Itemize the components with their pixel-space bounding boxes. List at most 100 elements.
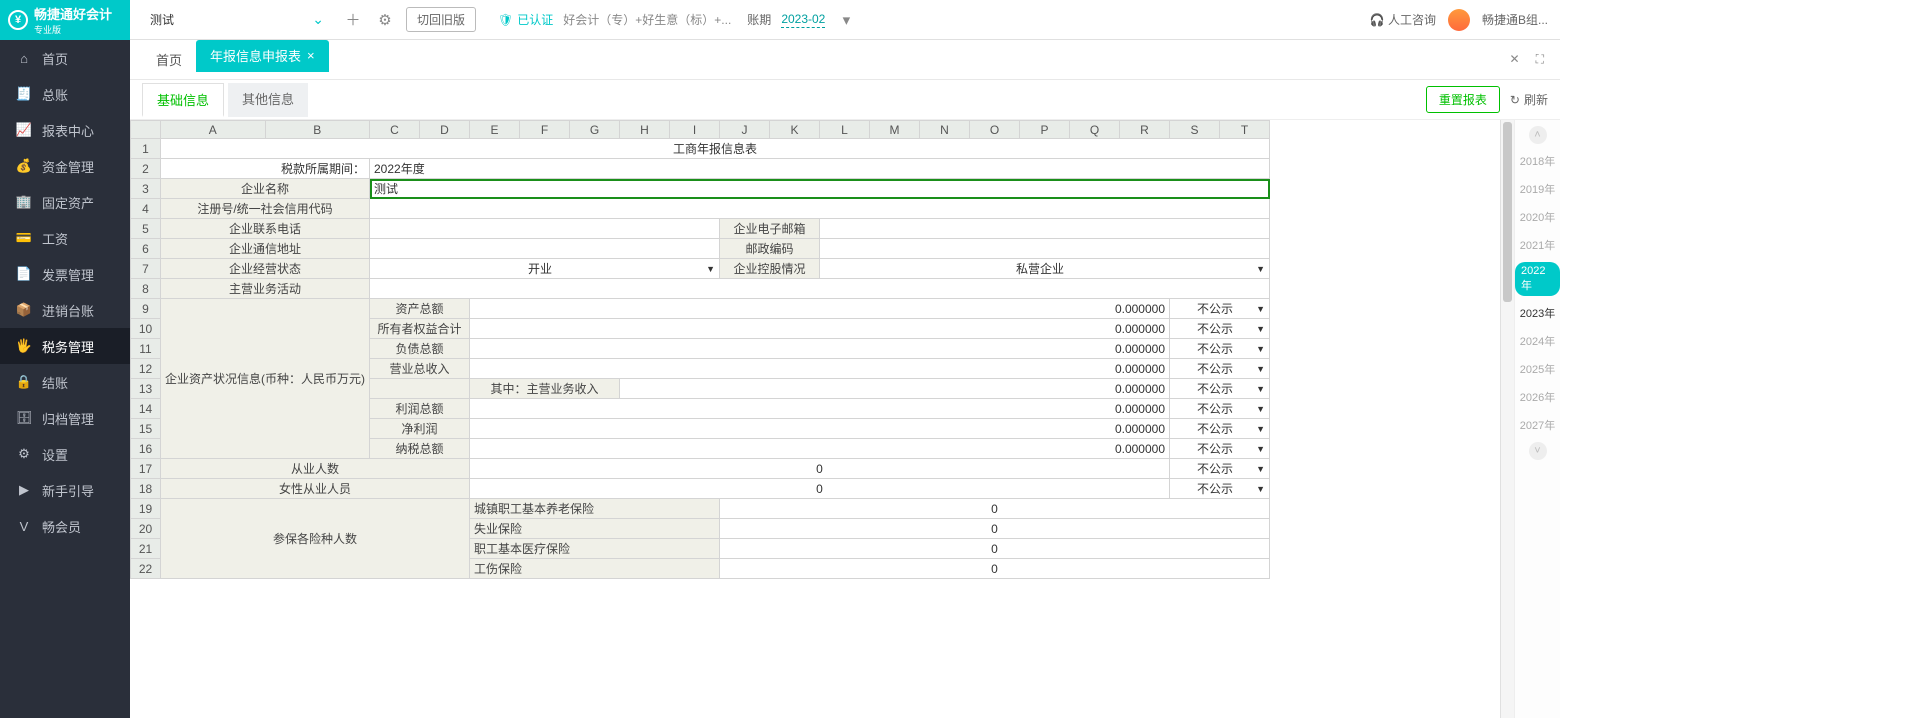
col-header[interactable]: N bbox=[920, 121, 970, 139]
row-header[interactable]: 18 bbox=[131, 479, 161, 499]
cell[interactable] bbox=[370, 239, 720, 259]
col-header[interactable]: O bbox=[970, 121, 1020, 139]
row-header[interactable]: 17 bbox=[131, 459, 161, 479]
year-down-icon[interactable]: ˅ bbox=[1529, 442, 1547, 460]
support-link[interactable]: 🎧 人工咨询 bbox=[1370, 11, 1436, 28]
sidebar-item-畅会员[interactable]: V畅会员 bbox=[0, 508, 130, 544]
col-header[interactable]: A bbox=[161, 121, 266, 139]
cell[interactable]: 0.000000 bbox=[470, 319, 1170, 339]
col-header[interactable]: Q bbox=[1070, 121, 1120, 139]
vertical-scrollbar[interactable] bbox=[1500, 120, 1514, 718]
dropdown-cell[interactable]: 不公示▼ bbox=[1170, 379, 1270, 399]
year-up-icon[interactable]: ˄ bbox=[1529, 126, 1547, 144]
input-reg-no[interactable] bbox=[370, 199, 1270, 219]
cell[interactable]: 0 bbox=[470, 459, 1170, 479]
dropdown-cell[interactable]: 不公示▼ bbox=[1170, 459, 1270, 479]
row-header[interactable]: 20 bbox=[131, 519, 161, 539]
dropdown-cell[interactable]: 不公示▼ bbox=[1170, 339, 1270, 359]
dropdown-cell[interactable]: 不公示▼ bbox=[1170, 479, 1270, 499]
cell[interactable] bbox=[820, 239, 1270, 259]
sidebar-item-结账[interactable]: 🔒结账 bbox=[0, 364, 130, 400]
row-header[interactable]: 16 bbox=[131, 439, 161, 459]
year-2022年[interactable]: 2022年 bbox=[1515, 262, 1560, 296]
col-header[interactable]: E bbox=[470, 121, 520, 139]
sidebar-item-固定资产[interactable]: 🏢固定资产 bbox=[0, 184, 130, 220]
avatar[interactable] bbox=[1448, 9, 1470, 31]
cell[interactable]: 0.000000 bbox=[620, 379, 1170, 399]
row-header[interactable]: 13 bbox=[131, 379, 161, 399]
col-header[interactable]: H bbox=[620, 121, 670, 139]
row-header[interactable]: 14 bbox=[131, 399, 161, 419]
row-header[interactable]: 7 bbox=[131, 259, 161, 279]
cell[interactable] bbox=[370, 219, 720, 239]
subtab-其他信息[interactable]: 其他信息 bbox=[228, 83, 308, 117]
user-name[interactable]: 畅捷通B组... bbox=[1482, 11, 1548, 28]
dropdown-cell[interactable]: 不公示▼ bbox=[1170, 399, 1270, 419]
sidebar-item-设置[interactable]: ⚙设置 bbox=[0, 436, 130, 472]
sidebar-item-报表中心[interactable]: 📈报表中心 bbox=[0, 112, 130, 148]
year-2023年[interactable]: 2023年 bbox=[1520, 302, 1555, 324]
tab-close-icon[interactable]: × bbox=[307, 48, 315, 63]
cell[interactable]: 0.000000 bbox=[470, 399, 1170, 419]
tab-年报信息申报表[interactable]: 年报信息申报表× bbox=[196, 40, 329, 72]
company-select[interactable]: 测试 ⌄ bbox=[142, 8, 332, 32]
cell[interactable]: 0 bbox=[720, 559, 1270, 579]
year-2018年[interactable]: 2018年 bbox=[1520, 150, 1555, 172]
gear-icon[interactable]: ⚙ bbox=[374, 9, 396, 31]
col-header[interactable]: S bbox=[1170, 121, 1220, 139]
year-2026年[interactable]: 2026年 bbox=[1520, 386, 1555, 408]
sidebar-item-税务管理[interactable]: 🖐税务管理 bbox=[0, 328, 130, 364]
tab-首页[interactable]: 首页 bbox=[142, 40, 196, 80]
cell[interactable]: 0 bbox=[720, 499, 1270, 519]
dropdown-cell[interactable]: 不公示▼ bbox=[1170, 319, 1270, 339]
cell[interactable]: 0.000000 bbox=[470, 419, 1170, 439]
row-header[interactable]: 19 bbox=[131, 499, 161, 519]
col-header[interactable]: G bbox=[570, 121, 620, 139]
row-header[interactable]: 10 bbox=[131, 319, 161, 339]
year-2027年[interactable]: 2027年 bbox=[1520, 414, 1555, 436]
sidebar-item-新手引导[interactable]: ▶新手引导 bbox=[0, 472, 130, 508]
cell[interactable]: 0.000000 bbox=[470, 339, 1170, 359]
input-company-name[interactable]: 测试 bbox=[370, 179, 1270, 199]
col-header[interactable]: R bbox=[1120, 121, 1170, 139]
col-header[interactable]: D bbox=[420, 121, 470, 139]
row-header[interactable]: 1 bbox=[131, 139, 161, 159]
cell[interactable]: 0 bbox=[470, 479, 1170, 499]
year-2020年[interactable]: 2020年 bbox=[1520, 206, 1555, 228]
col-header[interactable]: P bbox=[1020, 121, 1070, 139]
subtab-基础信息[interactable]: 基础信息 bbox=[142, 83, 224, 117]
row-header[interactable]: 9 bbox=[131, 299, 161, 319]
sidebar-item-资金管理[interactable]: 💰资金管理 bbox=[0, 148, 130, 184]
row-header[interactable]: 5 bbox=[131, 219, 161, 239]
spreadsheet[interactable]: ABCDEFGHIJKLMNOPQRST1工商年报信息表2税款所属期间：2022… bbox=[130, 120, 1500, 718]
switch-old-button[interactable]: 切回旧版 bbox=[406, 7, 476, 32]
row-header[interactable]: 15 bbox=[131, 419, 161, 439]
dropdown-cell[interactable]: 不公示▼ bbox=[1170, 419, 1270, 439]
dropdown-cell[interactable]: 不公示▼ bbox=[1170, 299, 1270, 319]
cell[interactable]: 0 bbox=[720, 539, 1270, 559]
row-header[interactable]: 12 bbox=[131, 359, 161, 379]
cell[interactable]: 0.000000 bbox=[470, 359, 1170, 379]
sidebar-item-归档管理[interactable]: 🗄归档管理 bbox=[0, 400, 130, 436]
cell[interactable]: 0 bbox=[720, 519, 1270, 539]
year-2021年[interactable]: 2021年 bbox=[1520, 234, 1555, 256]
close-icon[interactable]: ✕ bbox=[1506, 48, 1524, 71]
refresh-button[interactable]: ↻ 刷新 bbox=[1510, 91, 1548, 108]
row-header[interactable]: 6 bbox=[131, 239, 161, 259]
row-header[interactable]: 2 bbox=[131, 159, 161, 179]
col-header[interactable]: L bbox=[820, 121, 870, 139]
col-header[interactable]: B bbox=[265, 121, 370, 139]
add-icon[interactable]: ＋ bbox=[342, 9, 364, 31]
col-header[interactable]: C bbox=[370, 121, 420, 139]
row-header[interactable]: 8 bbox=[131, 279, 161, 299]
fullscreen-icon[interactable]: ⛶ bbox=[1532, 48, 1548, 71]
sidebar-item-工资[interactable]: 💳工资 bbox=[0, 220, 130, 256]
row-header[interactable]: 3 bbox=[131, 179, 161, 199]
col-header[interactable]: J bbox=[720, 121, 770, 139]
cell[interactable]: 0.000000 bbox=[470, 439, 1170, 459]
sidebar-item-发票管理[interactable]: 📄发票管理 bbox=[0, 256, 130, 292]
year-2024年[interactable]: 2024年 bbox=[1520, 330, 1555, 352]
col-header[interactable]: F bbox=[520, 121, 570, 139]
cell[interactable] bbox=[820, 219, 1270, 239]
row-header[interactable]: 22 bbox=[131, 559, 161, 579]
